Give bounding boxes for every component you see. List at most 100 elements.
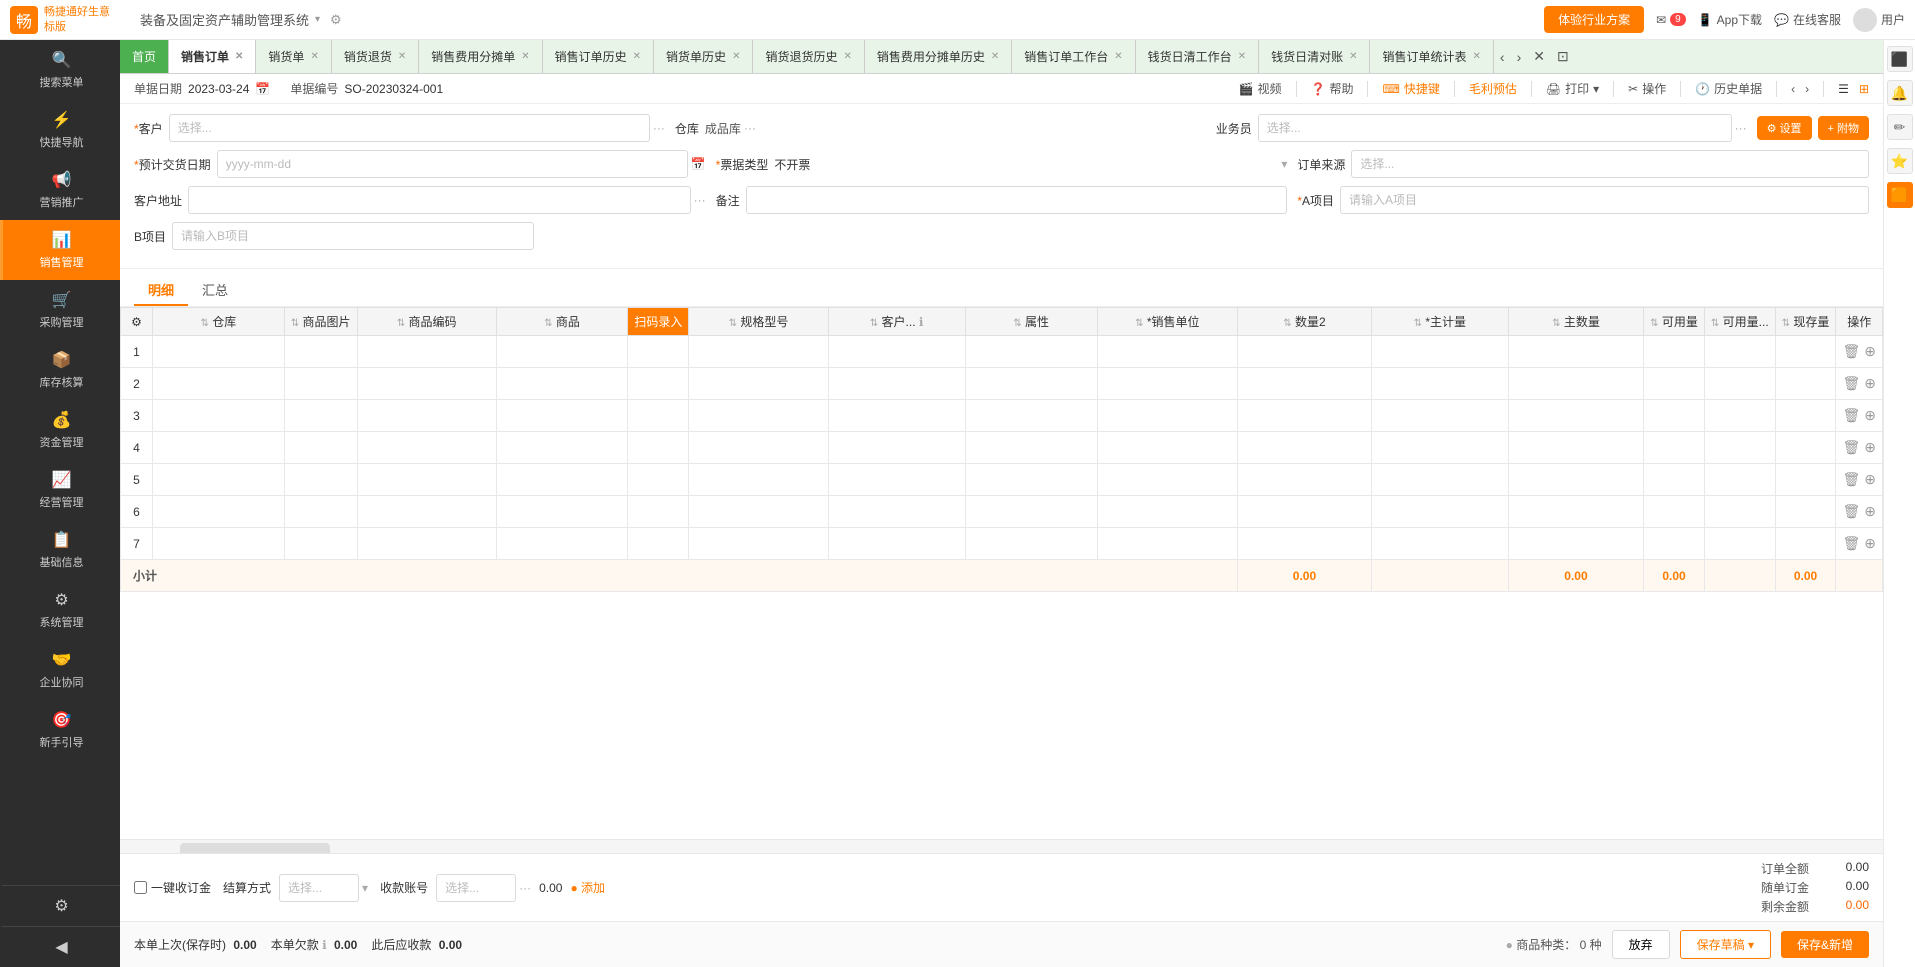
settings-icon[interactable]: ⚙ (330, 12, 342, 28)
tab-close-icon-8[interactable]: ✕ (991, 51, 999, 62)
view-btn[interactable]: 🎬 视频 (1239, 80, 1282, 97)
col-main-unit[interactable]: ⇅ *主计量 (1371, 308, 1508, 336)
dropdown-arrow-icon[interactable]: ▾ (315, 14, 320, 25)
row-delete-btn[interactable]: 🗑 (1842, 439, 1860, 456)
customer-addr-input[interactable] (188, 186, 691, 214)
row-copy-btn[interactable]: ⊕ (1864, 535, 1876, 552)
delivery-input[interactable] (217, 150, 688, 178)
tab-close-icon[interactable]: ✕ (235, 51, 243, 62)
tab-fee-history[interactable]: 销售费用分摊单历史 ✕ (865, 40, 1012, 73)
tab-expand-btn[interactable]: ⊡ (1551, 48, 1575, 65)
salesman-input[interactable] (1258, 114, 1732, 142)
col-warehouse[interactable]: ⇅ 仓库 (153, 308, 285, 336)
col-image[interactable]: ⇅ 商品图片 (284, 308, 357, 336)
warehouse-dots-btn[interactable]: ··· (744, 121, 756, 135)
one-click-checkbox[interactable]: 一键收订金 (134, 879, 211, 896)
row-copy-btn[interactable]: ⊕ (1864, 407, 1876, 424)
right-btn-4[interactable]: ⭐ (1887, 148, 1913, 174)
row-delete-btn[interactable]: 🗑 (1842, 535, 1860, 552)
sidebar-item-settings-bottom[interactable]: ⚙ (0, 885, 120, 926)
sidebar-item-management[interactable]: 📈 经营管理 (0, 460, 120, 520)
tab-close-icon-9[interactable]: ✕ (1114, 51, 1122, 62)
operation-btn[interactable]: ✂ 操作 (1628, 80, 1666, 97)
col-customer-code[interactable]: ⇅ 客户... ℹ (828, 308, 965, 336)
sidebar-item-finance[interactable]: 💰 资金管理 (0, 400, 120, 460)
tab-order-history[interactable]: 销售订单历史 ✕ (543, 40, 654, 73)
col-code[interactable]: ⇅ 商品编码 (357, 308, 496, 336)
list-view-btn[interactable]: ☰ (1838, 82, 1849, 96)
discard-button[interactable]: 放弃 (1612, 930, 1670, 959)
online-service-item[interactable]: 💬 在线客服 (1774, 11, 1841, 28)
calendar-icon[interactable]: 📅 (255, 82, 270, 96)
row-delete-btn[interactable]: 🗑 (1842, 407, 1860, 424)
sidebar-item-marketing[interactable]: 📢 营销推广 (0, 160, 120, 220)
invoice-dropdown-icon[interactable]: ▾ (1281, 157, 1287, 171)
solution-button[interactable]: 体验行业方案 (1544, 6, 1644, 33)
tab-sales-order[interactable]: 销售订单 ✕ (169, 40, 256, 73)
customer-input[interactable] (169, 114, 650, 142)
col-qty2[interactable]: ⇅ 数量2 (1238, 308, 1372, 336)
col-settings[interactable]: ⚙ (121, 308, 153, 336)
sidebar-item-system[interactable]: ⚙ 系统管理 (0, 580, 120, 640)
tab-home[interactable]: 首页 (120, 40, 169, 73)
col-main-qty[interactable]: ⇅ 主数量 (1508, 308, 1643, 336)
sidebar-item-inventory[interactable]: 📦 库存核算 (0, 340, 120, 400)
sidebar-item-enterprise[interactable]: 🤝 企业协同 (0, 640, 120, 700)
save-new-button[interactable]: 保存&新增 (1781, 931, 1869, 958)
customer-dots-btn[interactable]: ··· (653, 121, 665, 135)
tab-invoice-history[interactable]: 销货单历史 ✕ (654, 40, 753, 73)
tab-close-icon-10[interactable]: ✕ (1238, 51, 1246, 62)
tab-summary[interactable]: 汇总 (188, 275, 242, 306)
save-draft-button[interactable]: 保存草稿 ▾ (1680, 930, 1771, 959)
a-project-input[interactable] (1340, 186, 1869, 214)
row-delete-btn[interactable]: 🗑 (1842, 375, 1860, 392)
settle-dropdown-icon[interactable]: ▾ (362, 881, 368, 895)
tab-close-icon-12[interactable]: ✕ (1473, 51, 1481, 62)
col-product[interactable]: ⇅ 商品 (496, 308, 628, 336)
col-avail-more[interactable]: ⇅ 可用量... (1704, 308, 1775, 336)
row-copy-btn[interactable]: ⊕ (1864, 471, 1876, 488)
scroll-area[interactable] (120, 839, 1883, 853)
sidebar-item-guide[interactable]: 🎯 新手引导 (0, 700, 120, 760)
addr-dots-btn[interactable]: ··· (694, 193, 706, 207)
sidebar-item-search[interactable]: 🔍 搜索菜单 (0, 40, 120, 100)
row-delete-btn[interactable]: 🗑 (1842, 503, 1860, 520)
settings-button[interactable]: ⚙ 设置 (1757, 116, 1812, 140)
tab-close-icon-5[interactable]: ✕ (633, 51, 641, 62)
add-btn[interactable]: ● 添加 (570, 879, 605, 896)
tab-close-icon-11[interactable]: ✕ (1349, 51, 1357, 62)
user-item[interactable]: 用户 (1853, 8, 1905, 32)
note-input[interactable] (746, 186, 1288, 214)
tab-close-icon-4[interactable]: ✕ (521, 51, 529, 62)
tab-fee[interactable]: 销售费用分摊单 ✕ (419, 40, 542, 73)
app-download-item[interactable]: 📱 App下载 (1698, 11, 1762, 28)
col-scan[interactable]: 扫码录入 (628, 308, 689, 336)
save-draft-arrow-icon[interactable]: ▾ (1748, 938, 1754, 952)
settle-input[interactable] (279, 874, 359, 902)
tab-detail[interactable]: 明细 (134, 275, 188, 306)
tab-stats[interactable]: 销售订单统计表 ✕ (1370, 40, 1493, 73)
history-btn[interactable]: 🕐 历史单据 (1695, 80, 1762, 97)
attachment-button[interactable]: + 附物 (1818, 116, 1870, 140)
tab-close-icon-2[interactable]: ✕ (310, 51, 318, 62)
tab-next-btn[interactable]: › (1511, 49, 1528, 65)
help-btn[interactable]: ❓ 帮助 (1311, 80, 1354, 97)
right-btn-5[interactable]: 🟧 (1887, 182, 1913, 208)
sidebar-item-quicknav[interactable]: ⚡ 快捷导航 (0, 100, 120, 160)
delivery-calendar-icon[interactable]: 📅 (691, 157, 706, 171)
tab-close-icon-6[interactable]: ✕ (732, 51, 740, 62)
row-copy-btn[interactable]: ⊕ (1864, 343, 1876, 360)
tab-return-history[interactable]: 销货退货历史 ✕ (753, 40, 864, 73)
profit-btn[interactable]: 毛利预估 (1469, 80, 1517, 97)
sidebar-item-collapse[interactable]: ◀ (0, 926, 120, 967)
tab-close-all-btn[interactable]: ✕ (1527, 48, 1551, 65)
next-record-btn[interactable]: › (1805, 82, 1809, 96)
tab-close-icon-7[interactable]: ✕ (843, 51, 851, 62)
row-delete-btn[interactable]: 🗑 (1842, 471, 1860, 488)
shortcut-btn[interactable]: ⌨ 快捷键 (1382, 80, 1439, 97)
tab-return[interactable]: 销货退货 ✕ (332, 40, 419, 73)
bank-dots-btn[interactable]: ··· (519, 881, 531, 895)
grid-view-btn[interactable]: ⊞ (1859, 82, 1869, 96)
b-project-input[interactable] (172, 222, 534, 250)
tab-prev-btn[interactable]: ‹ (1494, 49, 1511, 65)
